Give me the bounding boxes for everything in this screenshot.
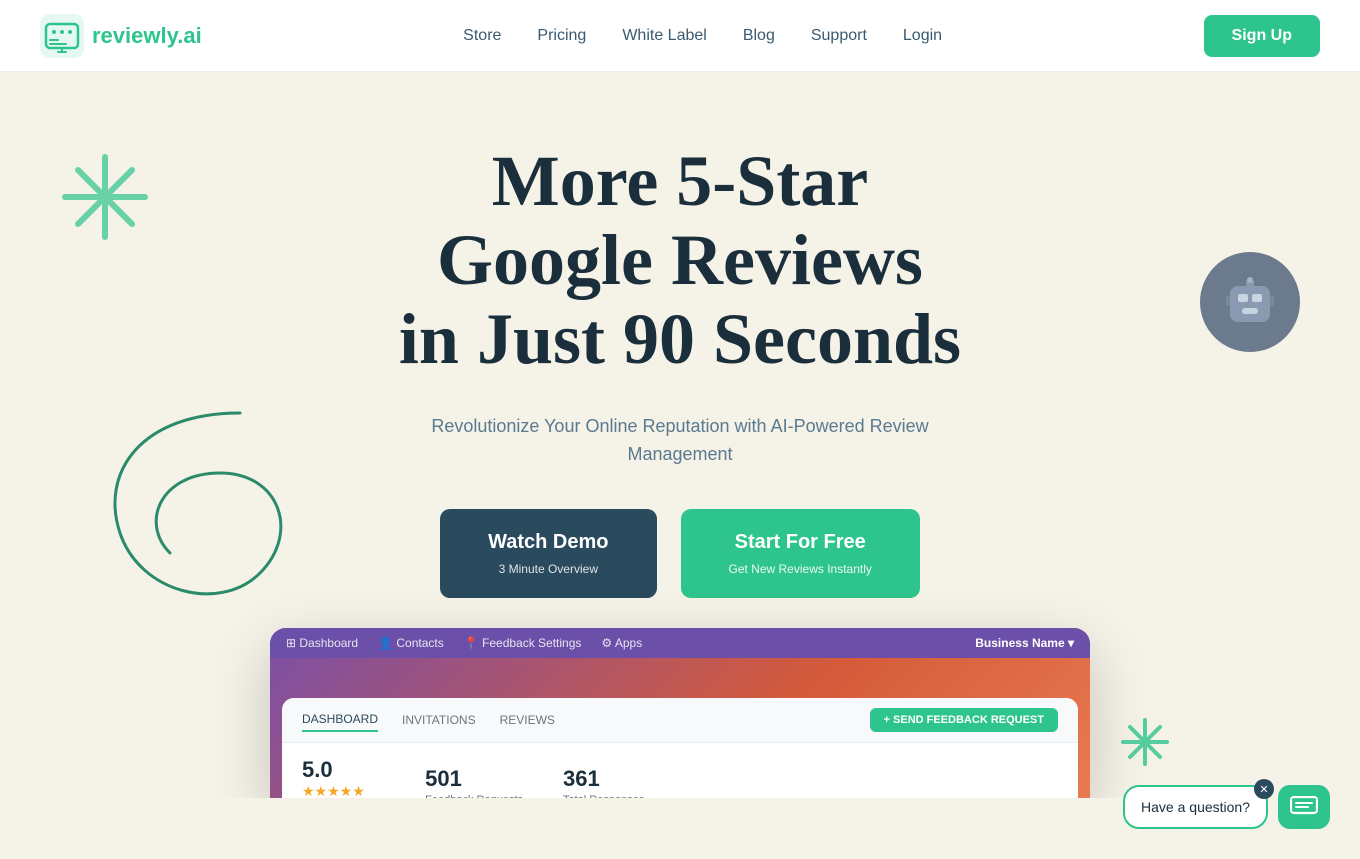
- nav-pricing[interactable]: Pricing: [537, 27, 586, 44]
- signup-button[interactable]: Sign Up: [1204, 15, 1320, 57]
- chat-icon: [1290, 796, 1318, 818]
- nav-links: Store Pricing White Label Blog Support L…: [463, 27, 942, 45]
- start-free-sub: Get New Reviews Instantly: [729, 562, 872, 576]
- hero-buttons: Watch Demo 3 Minute Overview Start For F…: [20, 509, 1340, 598]
- dash-stat-rating-value: 5.0: [302, 757, 385, 783]
- send-feedback-btn[interactable]: + SEND FEEDBACK REQUEST: [870, 708, 1058, 732]
- logo-text: reviewly.ai: [92, 23, 202, 49]
- dash-menu-contacts: 👤 Contacts: [378, 636, 444, 650]
- dash-stat-requests: 501 Feedback Requests: [425, 766, 523, 799]
- logo[interactable]: reviewly.ai: [40, 14, 202, 58]
- chat-open-button[interactable]: [1278, 785, 1330, 829]
- dash-stat-requests-value: 501: [425, 766, 523, 792]
- nav-whitelabel[interactable]: White Label: [622, 27, 707, 44]
- dash-stat-responses-value: 361: [563, 766, 644, 792]
- dash-stat-rating: 5.0 ★★★★★ Feedback Rating: [302, 757, 385, 798]
- hero-section: More 5-Star Google Reviews in Just 90 Se…: [0, 72, 1360, 798]
- chat-widget: ✕ Have a question?: [1123, 785, 1330, 829]
- watch-demo-sub: 3 Minute Overview: [499, 562, 598, 576]
- watch-demo-label: Watch Demo: [488, 531, 608, 554]
- start-free-label: Start For Free: [735, 531, 866, 554]
- dash-menu-apps: ⚙ Apps: [601, 636, 642, 650]
- dash-stars: ★★★★★: [302, 783, 385, 798]
- chat-bubble: ✕ Have a question?: [1123, 785, 1268, 829]
- dash-stat-requests-label: Feedback Requests: [425, 794, 523, 799]
- dash-tab-invitations[interactable]: INVITATIONS: [402, 709, 476, 731]
- dash-menu-feedback: 📍 Feedback Settings: [464, 636, 582, 650]
- deco-robot: [1200, 252, 1300, 352]
- dash-business-name: Business Name ▾: [975, 636, 1074, 650]
- dash-stat-responses: 361 Total Responses: [563, 766, 644, 799]
- dash-menu-dashboard: ⊞ Dashboard: [286, 636, 358, 650]
- hero-title: More 5-Star Google Reviews in Just 90 Se…: [20, 142, 1340, 380]
- watch-demo-button[interactable]: Watch Demo 3 Minute Overview: [440, 509, 656, 598]
- start-free-button[interactable]: Start For Free Get New Reviews Instantly: [681, 509, 920, 598]
- logo-icon: [40, 14, 84, 58]
- dashboard-content: 5.0 ★★★★★ Feedback Rating 501 Feedback R…: [282, 743, 1078, 798]
- dashboard-preview: ⊞ Dashboard 👤 Contacts 📍 Feedback Settin…: [270, 628, 1090, 798]
- nav-store[interactable]: Store: [463, 27, 501, 44]
- dash-tab-reviews[interactable]: REVIEWS: [500, 709, 555, 731]
- dashboard-inner: DASHBOARD INVITATIONS REVIEWS + SEND FEE…: [282, 698, 1078, 798]
- chat-question-text: Have a question?: [1141, 799, 1250, 815]
- chat-close-button[interactable]: ✕: [1254, 779, 1274, 799]
- hero-subtitle: Revolutionize Your Online Reputation wit…: [380, 412, 980, 470]
- nav-login[interactable]: Login: [903, 27, 942, 44]
- nav-support[interactable]: Support: [811, 27, 867, 44]
- dash-stat-responses-label: Total Responses: [563, 794, 644, 799]
- nav-blog[interactable]: Blog: [743, 27, 775, 44]
- dash-tab-dashboard[interactable]: DASHBOARD: [302, 708, 378, 732]
- dashboard-header-row: ⊞ Dashboard 👤 Contacts 📍 Feedback Settin…: [270, 628, 1090, 658]
- dashboard-topbar: DASHBOARD INVITATIONS REVIEWS + SEND FEE…: [282, 698, 1078, 743]
- navbar: reviewly.ai Store Pricing White Label Bl…: [0, 0, 1360, 72]
